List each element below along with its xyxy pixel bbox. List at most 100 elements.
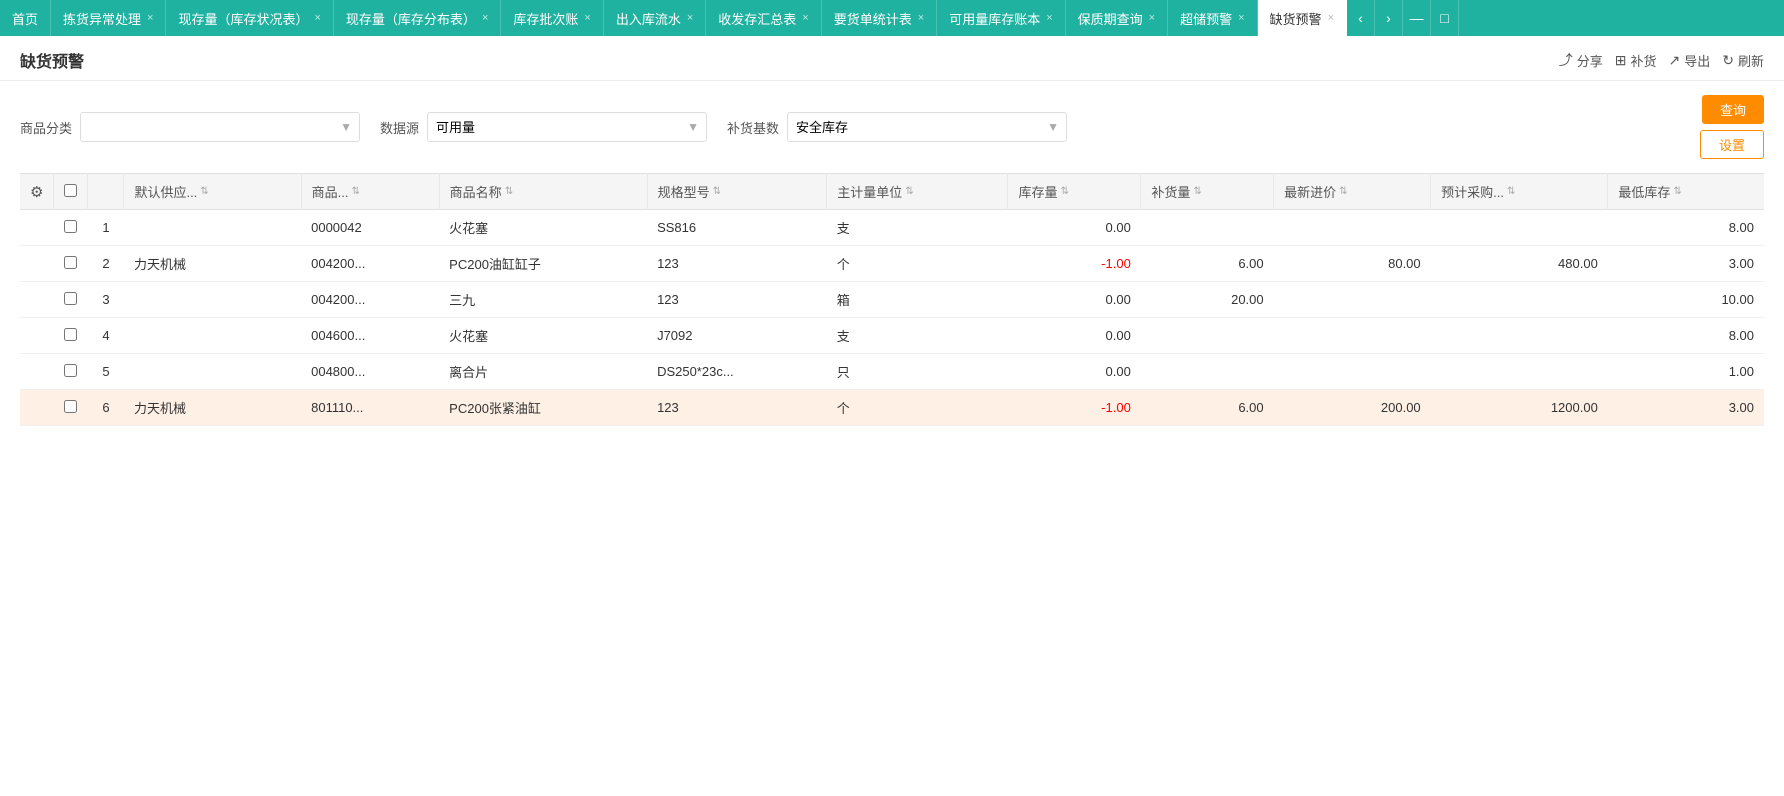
row-product-name-3: 火花塞: [439, 318, 647, 354]
tab-demand-stats[interactable]: 要货单统计表 ×: [822, 0, 937, 36]
sort-spec-icon[interactable]: ⇅: [713, 186, 721, 197]
tab-receipt-summary[interactable]: 收发存汇总表 ×: [706, 0, 821, 36]
share-button[interactable]: ⤴ 分享: [1559, 50, 1603, 70]
row-settings-cell: [20, 390, 54, 426]
row-latest-price-5: 200.00: [1274, 390, 1431, 426]
row-checkbox-3[interactable]: [64, 328, 77, 341]
sort-price-icon[interactable]: ⇅: [1339, 186, 1347, 197]
tab-overstock[interactable]: 超储预警 ×: [1168, 0, 1257, 36]
row-latest-price-1: 80.00: [1274, 246, 1431, 282]
column-settings-icon[interactable]: ⚙: [30, 184, 43, 201]
category-select-container: ▼: [80, 112, 360, 142]
row-checkbox-0[interactable]: [64, 220, 77, 233]
row-unit-3: 支: [827, 318, 1008, 354]
tab-inventory-dist[interactable]: 现存量（库存分布表） ×: [334, 0, 501, 36]
row-est-purchase-1: 480.00: [1431, 246, 1608, 282]
select-all-checkbox[interactable]: [64, 184, 77, 197]
row-num-1: 2: [88, 246, 124, 282]
tab-close-inout-flow[interactable]: ×: [687, 12, 693, 24]
replenish-base-filter-group: 补货基数 安全库存 最低库存 ▼: [727, 112, 1067, 142]
tab-close-demand-stats[interactable]: ×: [918, 12, 924, 24]
sort-min-stock-icon[interactable]: ⇅: [1673, 186, 1681, 197]
replenish-button[interactable]: ⊞ 补货: [1615, 51, 1657, 70]
tab-close-shortage[interactable]: ×: [1328, 12, 1334, 24]
sort-stock-icon[interactable]: ⇅: [1061, 186, 1069, 197]
tab-close-inventory-status[interactable]: ×: [314, 12, 320, 24]
tab-next-button[interactable]: ›: [1375, 0, 1403, 36]
sort-supplier-icon[interactable]: ⇅: [200, 186, 208, 197]
tab-close-overstock[interactable]: ×: [1238, 12, 1244, 24]
row-num-4: 5: [88, 354, 124, 390]
row-est-purchase-4: [1431, 354, 1608, 390]
row-supplier-4: [124, 354, 301, 390]
row-stock-3: 0.00: [1008, 318, 1141, 354]
row-latest-price-4: [1274, 354, 1431, 390]
row-spec-1: 123: [647, 246, 827, 282]
replenish-base-select[interactable]: 安全库存 最低库存: [787, 112, 1067, 142]
row-spec-3: J7092: [647, 318, 827, 354]
tab-home[interactable]: 首页: [0, 0, 51, 36]
row-product-code-0: 0000042: [301, 210, 439, 246]
tab-close-batch-account[interactable]: ×: [584, 12, 590, 24]
tab-batch-account[interactable]: 库存批次账 ×: [501, 0, 603, 36]
setting-button[interactable]: 设置: [1700, 130, 1764, 159]
row-supplier-0: [124, 210, 301, 246]
row-checkbox-5[interactable]: [64, 400, 77, 413]
row-unit-1: 个: [827, 246, 1008, 282]
table-row: 4 004600... 火花塞 J7092 支 0.00 8.00: [20, 318, 1764, 354]
sort-code-icon[interactable]: ⇅: [351, 186, 359, 197]
row-stock-5: -1.00: [1008, 390, 1141, 426]
tab-close-abnormal[interactable]: ×: [147, 12, 153, 24]
tab-shortage[interactable]: 缺货预警 ×: [1258, 0, 1347, 36]
datasource-label: 数据源: [380, 118, 419, 137]
tab-minimize-button[interactable]: —: [1403, 0, 1431, 36]
row-replenish-1: 6.00: [1141, 246, 1274, 282]
tab-close-inventory-dist[interactable]: ×: [482, 12, 488, 24]
tab-inventory-status[interactable]: 现存量（库存状况表） ×: [166, 0, 333, 36]
th-stock: 库存量 ⇅: [1008, 174, 1141, 210]
sort-unit-icon[interactable]: ⇅: [905, 186, 913, 197]
tab-close-available-ledger[interactable]: ×: [1046, 12, 1052, 24]
row-checkbox-1[interactable]: [64, 256, 77, 269]
th-num: [88, 174, 124, 210]
row-min-stock-1: 3.00: [1608, 246, 1764, 282]
th-latest-price: 最新进价 ⇅: [1274, 174, 1431, 210]
tab-prev-button[interactable]: ‹: [1347, 0, 1375, 36]
row-latest-price-3: [1274, 318, 1431, 354]
datasource-select[interactable]: 可用量 库存量: [427, 112, 707, 142]
refresh-button[interactable]: ↻ 刷新: [1722, 51, 1764, 70]
row-product-code-1: 004200...: [301, 246, 439, 282]
tab-close-receipt-summary[interactable]: ×: [802, 12, 808, 24]
row-checkbox-4[interactable]: [64, 364, 77, 377]
export-button[interactable]: ↗ 导出: [1669, 51, 1711, 70]
th-checkbox: [54, 174, 88, 210]
th-settings: ⚙: [20, 174, 54, 210]
query-button[interactable]: 查询: [1702, 95, 1764, 124]
category-select[interactable]: [80, 112, 360, 142]
row-product-name-2: 三九: [439, 282, 647, 318]
row-spec-5: 123: [647, 390, 827, 426]
tab-inout-flow[interactable]: 出入库流水 ×: [604, 0, 706, 36]
row-replenish-5: 6.00: [1141, 390, 1274, 426]
tab-abnormal[interactable]: 拣货异常处理 ×: [51, 0, 166, 36]
row-checkbox-2[interactable]: [64, 292, 77, 305]
row-checkbox-cell: [54, 390, 88, 426]
sort-name-icon[interactable]: ⇅: [505, 186, 513, 197]
tab-close-expiry-query[interactable]: ×: [1149, 12, 1155, 24]
sort-replenish-icon[interactable]: ⇅: [1193, 186, 1201, 197]
row-stock-1: -1.00: [1008, 246, 1141, 282]
tab-expiry-query[interactable]: 保质期查询 ×: [1066, 0, 1168, 36]
th-product-name: 商品名称 ⇅: [439, 174, 647, 210]
row-supplier-2: [124, 282, 301, 318]
tab-bar: 首页 拣货异常处理 × 现存量（库存状况表） × 现存量（库存分布表） × 库存…: [0, 0, 1784, 36]
sort-est-purchase-icon[interactable]: ⇅: [1507, 186, 1515, 197]
row-supplier-5: 力天机械: [124, 390, 301, 426]
row-spec-2: 123: [647, 282, 827, 318]
tab-available-ledger[interactable]: 可用量库存账本 ×: [937, 0, 1065, 36]
row-supplier-1: 力天机械: [124, 246, 301, 282]
th-spec: 规格型号 ⇅: [647, 174, 827, 210]
tab-maximize-button[interactable]: □: [1431, 0, 1459, 36]
table-row: 1 0000042 火花塞 SS816 支 0.00 8.00: [20, 210, 1764, 246]
table-row: 5 004800... 离合片 DS250*23c... 只 0.00 1.00: [20, 354, 1764, 390]
export-icon: ↗: [1669, 52, 1681, 69]
